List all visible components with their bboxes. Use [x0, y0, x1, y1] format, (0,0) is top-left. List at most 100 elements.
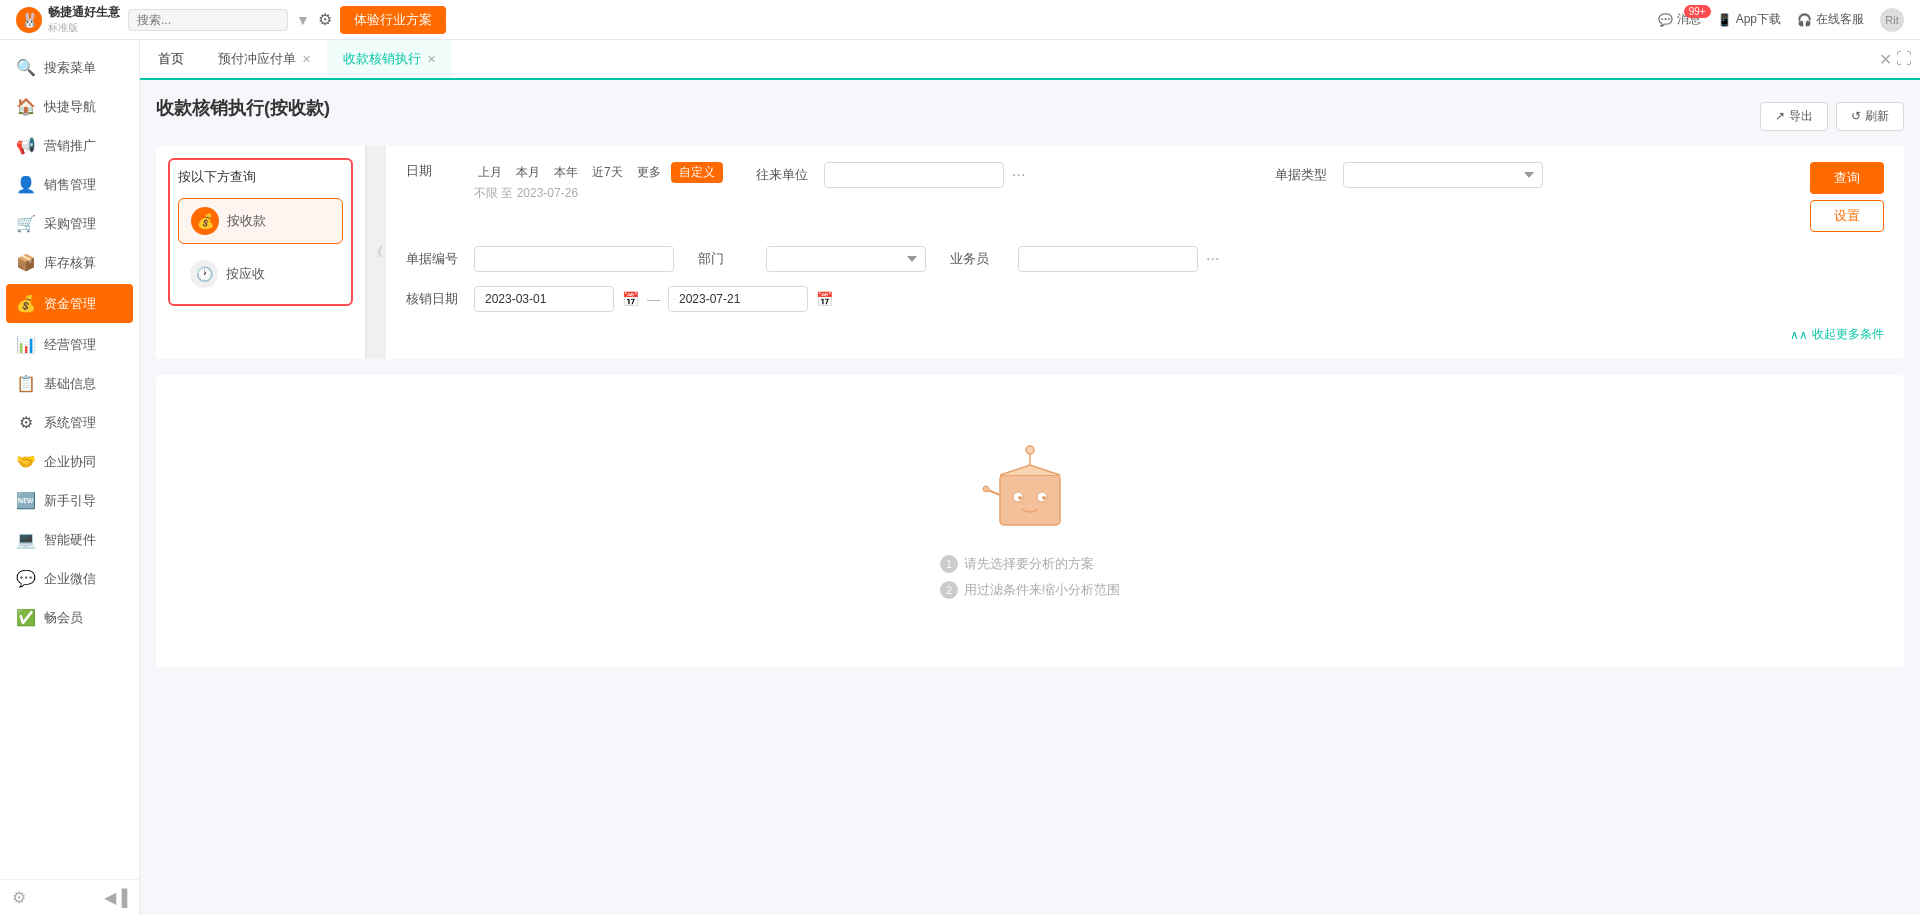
- writeoff-date-range: 📅 — 📅: [474, 286, 833, 312]
- empty-hint-2: 2 用过滤条件来缩小分析范围: [940, 581, 1120, 599]
- counterpart-input[interactable]: [824, 162, 1004, 188]
- by-receipt-icon: 💰: [191, 207, 219, 235]
- settings-gear-icon[interactable]: ⚙: [318, 10, 332, 29]
- empty-state: 1 请先选择要分析的方案 2 用过滤条件来缩小分析范围: [156, 375, 1904, 667]
- top-bar-left: 🐰 畅捷通好生意 标准版 ▼ ⚙ 体验行业方案: [16, 4, 446, 35]
- app-download-btn[interactable]: 📱 App下载: [1717, 11, 1781, 28]
- sidebar-item-basic-info[interactable]: 📋 基础信息: [0, 364, 139, 403]
- date-group: 日期 上月 本月 本年 近7天 更多 自定义 不限 至: [406, 162, 756, 202]
- filter-sidebar-title: 按以下方查询: [178, 168, 343, 186]
- svg-point-6: [1026, 446, 1034, 454]
- sidebar-item-guide[interactable]: 🆕 新手引导: [0, 481, 139, 520]
- tab-receipt-writeoff[interactable]: 收款核销执行 ✕: [327, 40, 452, 80]
- sidebar-item-vip[interactable]: ✅ 畅会员: [0, 598, 139, 637]
- sidebar-item-search-menu[interactable]: 🔍 搜索菜单: [0, 48, 139, 87]
- message-btn[interactable]: 💬 消息 99+: [1658, 11, 1701, 28]
- department-label: 部门: [698, 250, 758, 268]
- export-button[interactable]: ↗ 导出: [1760, 102, 1828, 131]
- doc-type-select[interactable]: 全部: [1343, 162, 1543, 188]
- tab-receipt-writeoff-close[interactable]: ✕: [427, 53, 436, 66]
- query-button[interactable]: 查询: [1810, 162, 1884, 194]
- empty-illustration: [970, 435, 1090, 535]
- date-label: 日期: [406, 162, 466, 180]
- sidebar-item-inventory[interactable]: 📦 库存核算: [0, 243, 139, 282]
- sidebar-item-quick-nav[interactable]: 🏠 快捷导航: [0, 87, 139, 126]
- counterpart-group: 往来单位 ···: [756, 162, 1275, 188]
- sidebar-settings-btn[interactable]: ⚙: [12, 888, 26, 907]
- date-custom-badge[interactable]: 自定义: [671, 162, 723, 183]
- enterprise-icon: 🤝: [16, 452, 36, 471]
- collapse-left-icon: 《: [371, 244, 383, 261]
- wechat-icon: 💬: [16, 569, 36, 588]
- date-shortcuts-group: 上月 本月 本年 近7天 更多 自定义 不限 至 2023-07-26: [474, 162, 723, 202]
- sidebar-item-marketing[interactable]: 📢 营销推广: [0, 126, 139, 165]
- online-service-btn[interactable]: 🎧 在线客服: [1797, 11, 1864, 28]
- collapse-more-btn[interactable]: ∧∧ 收起更多条件: [1790, 326, 1884, 343]
- message-icon: 💬: [1658, 13, 1673, 27]
- filter-option-by-receipt[interactable]: 💰 按收款: [178, 198, 343, 244]
- page-content: 收款核销执行(按收款) ↗ 导出 ↺ 刷新 按以下方: [140, 80, 1920, 915]
- writeoff-start-cal-icon[interactable]: 📅: [622, 291, 639, 307]
- sidebar-item-hardware[interactable]: 💻 智能硬件: [0, 520, 139, 559]
- refresh-icon: ↺: [1851, 109, 1861, 123]
- basic-info-icon: 📋: [16, 374, 36, 393]
- operation-icon: 📊: [16, 335, 36, 354]
- dropdown-icon[interactable]: ▼: [296, 12, 310, 28]
- filter-collapse-sidebar-btn[interactable]: 《: [366, 146, 386, 359]
- tab-prepay[interactable]: 预付冲应付单 ✕: [202, 40, 327, 80]
- settings-button[interactable]: 设置: [1810, 200, 1884, 232]
- top-search-input[interactable]: [128, 9, 288, 31]
- by-receivable-icon: 🕐: [190, 260, 218, 288]
- purchase-icon: 🛒: [16, 214, 36, 233]
- sidebar-item-purchase[interactable]: 🛒 采购管理: [0, 204, 139, 243]
- tab-home[interactable]: 首页: [140, 40, 202, 80]
- tab-prepay-close[interactable]: ✕: [302, 53, 311, 66]
- hardware-icon: 💻: [16, 530, 36, 549]
- sidebar-item-finance[interactable]: 💰 资金管理: [6, 284, 133, 323]
- salesperson-dots[interactable]: ···: [1206, 250, 1219, 268]
- svg-rect-0: [1000, 475, 1060, 525]
- filter-sidebar: 按以下方查询 💰 按收款 🕐 按应收: [156, 146, 366, 359]
- inventory-icon: 📦: [16, 253, 36, 272]
- date-last-7-days[interactable]: 近7天: [588, 162, 627, 183]
- writeoff-end-cal-icon[interactable]: 📅: [816, 291, 833, 307]
- hint-num-1: 1: [940, 555, 958, 573]
- service-icon: 🎧: [1797, 13, 1812, 27]
- date-shortcuts: 上月 本月 本年 近7天 更多 自定义: [474, 162, 723, 183]
- user-info[interactable]: Rit: [1880, 8, 1904, 32]
- sidebar-item-enterprise[interactable]: 🤝 企业协同: [0, 442, 139, 481]
- page-title: 收款核销执行(按收款): [156, 96, 330, 120]
- sidebar-menu: 🔍 搜索菜单 🏠 快捷导航 📢 营销推广 👤 销售管理 🛒 采购管理 📦: [0, 40, 139, 879]
- department-select[interactable]: 全部: [766, 246, 926, 272]
- date-this-year[interactable]: 本年: [550, 162, 582, 183]
- collapse-more-row: ∧∧ 收起更多条件: [406, 326, 1884, 343]
- counterpart-dots[interactable]: ···: [1012, 166, 1025, 184]
- writeoff-start-input[interactable]: [474, 286, 614, 312]
- salesperson-input[interactable]: [1018, 246, 1198, 272]
- search-menu-icon: 🔍: [16, 58, 36, 77]
- refresh-button[interactable]: ↺ 刷新: [1836, 102, 1904, 131]
- sidebar-collapse-btn[interactable]: ◀▐: [104, 888, 127, 907]
- sidebar-item-system[interactable]: ⚙ 系统管理: [0, 403, 139, 442]
- tab-bar: 首页 预付冲应付单 ✕ 收款核销执行 ✕ ✕ ⛶: [140, 40, 1920, 80]
- sidebar-bottom: ⚙ ◀▐: [0, 879, 139, 915]
- date-this-month[interactable]: 本月: [512, 162, 544, 183]
- sidebar-item-sales[interactable]: 👤 销售管理: [0, 165, 139, 204]
- sidebar-item-operation[interactable]: 📊 经营管理: [0, 325, 139, 364]
- export-icon: ↗: [1775, 109, 1785, 123]
- solution-button[interactable]: 体验行业方案: [340, 6, 446, 34]
- page-header-actions: ↗ 导出 ↺ 刷新: [1760, 102, 1904, 131]
- vip-icon: ✅: [16, 608, 36, 627]
- sidebar-item-wechat[interactable]: 💬 企业微信: [0, 559, 139, 598]
- date-last-month[interactable]: 上月: [474, 162, 506, 183]
- filter-option-by-receivable[interactable]: 🕐 按应收: [178, 252, 343, 296]
- tab-expand-btn[interactable]: ⛶: [1896, 50, 1912, 68]
- sidebar: 🔍 搜索菜单 🏠 快捷导航 📢 营销推广 👤 销售管理 🛒 采购管理 📦: [0, 40, 140, 915]
- tab-close-all-btn[interactable]: ✕: [1879, 50, 1892, 69]
- empty-hint-1: 1 请先选择要分析的方案: [940, 555, 1120, 573]
- doc-number-input[interactable]: [474, 246, 674, 272]
- message-badge: 99+: [1684, 5, 1711, 18]
- writeoff-end-input[interactable]: [668, 286, 808, 312]
- date-more[interactable]: 更多: [633, 162, 665, 183]
- tab-actions: ✕ ⛶: [1871, 40, 1920, 78]
